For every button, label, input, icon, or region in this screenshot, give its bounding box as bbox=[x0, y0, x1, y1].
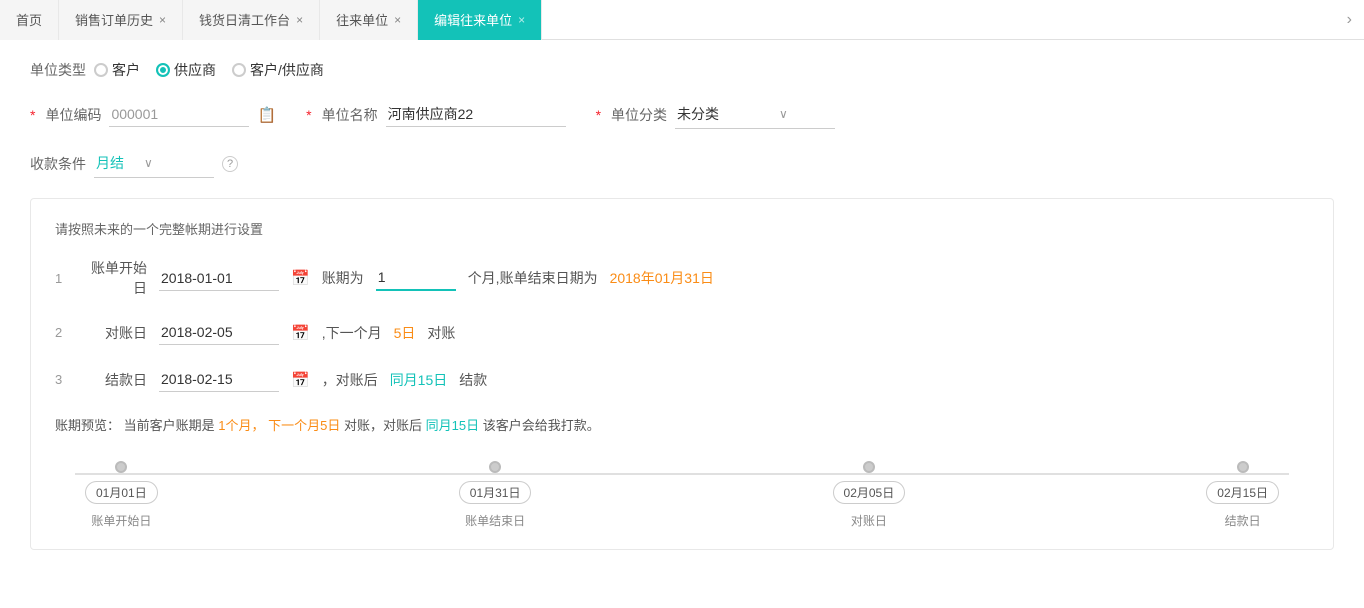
tl-label-4: 结款日 bbox=[1225, 512, 1261, 529]
period-row-2: 2 对账日 📅 ,下一个月 5日 对账 bbox=[55, 320, 1309, 345]
timeline-point-4: 02月15日 结款日 bbox=[1206, 461, 1279, 529]
payment-text-post: 结款 bbox=[459, 370, 487, 390]
preview-highlight1: 1个月， bbox=[218, 418, 264, 433]
copy-icon[interactable]: 📋 bbox=[257, 106, 276, 124]
unit-name-input[interactable] bbox=[386, 102, 566, 127]
main-content: 单位类型 客户 供应商 客户/供应商 * 单位编码 bbox=[0, 40, 1364, 608]
preview-text-block: 账期预览： 当前客户账期是 1个月， 下一个月5日 对账，对账后 同月15日 该… bbox=[55, 414, 1309, 437]
unit-code-label: 单位编码 bbox=[45, 105, 101, 125]
unit-class-value: 未分类 bbox=[677, 104, 719, 124]
preview-label: 账期预览： bbox=[55, 418, 120, 433]
timeline-point-2: 01月31日 账单结束日 bbox=[459, 461, 532, 529]
chevron-down-icon: ∨ bbox=[144, 156, 153, 170]
timeline-point-1: 01月01日 账单开始日 bbox=[85, 461, 158, 529]
unit-name-label: 单位名称 bbox=[322, 105, 378, 125]
tab-partner[interactable]: 往来单位 × bbox=[320, 0, 418, 40]
tl-badge-2: 01月31日 bbox=[459, 481, 532, 504]
calendar-icon-3[interactable]: 📅 bbox=[291, 371, 310, 389]
period-months-input[interactable] bbox=[376, 265, 456, 291]
period-label-3: 结款日 bbox=[87, 370, 147, 390]
period-num-3: 3 bbox=[55, 372, 75, 387]
tl-label-3: 对账日 bbox=[851, 512, 887, 529]
tab-close-icon[interactable]: × bbox=[159, 13, 166, 27]
radio-supplier[interactable]: 供应商 bbox=[156, 60, 216, 80]
start-date-input[interactable] bbox=[159, 266, 279, 291]
radio-customer[interactable]: 客户 bbox=[94, 60, 140, 80]
panel-hint: 请按照未来的一个完整帐期进行设置 bbox=[55, 219, 1309, 238]
chevron-down-icon: ∨ bbox=[779, 107, 788, 121]
tl-dot-3 bbox=[863, 461, 875, 473]
tl-badge-1: 01月01日 bbox=[85, 481, 158, 504]
tabs-bar: 首页 销售订单历史 × 钱货日清工作台 × 往来单位 × 编辑往来单位 × › bbox=[0, 0, 1364, 40]
radio-circle-customer bbox=[94, 63, 108, 77]
reconcile-day-highlight: 5日 bbox=[394, 323, 416, 343]
unit-type-label: 单位类型 bbox=[30, 60, 86, 80]
reconcile-date-input[interactable] bbox=[159, 320, 279, 345]
tab-cash-work[interactable]: 钱货日清工作台 × bbox=[183, 0, 320, 40]
timeline-points: 01月01日 账单开始日 01月31日 账单结束日 02月05日 对账日 02月… bbox=[85, 461, 1279, 529]
period-row-1: 1 账单开始日 📅 账期为 个月,账单结束日期为 2018年01月31日 bbox=[55, 258, 1309, 298]
unit-code-star: * bbox=[30, 107, 35, 123]
tl-badge-3: 02月05日 bbox=[833, 481, 906, 504]
tl-dot-1 bbox=[115, 461, 127, 473]
unit-name-star: * bbox=[306, 107, 311, 123]
unit-type-item: 单位类型 客户 供应商 客户/供应商 bbox=[30, 60, 324, 80]
payment-label: 收款条件 bbox=[30, 154, 86, 174]
period-text-1: 账期为 bbox=[322, 268, 364, 288]
unit-class-label: 单位分类 bbox=[611, 105, 667, 125]
reconcile-text-pre: ,下一个月 bbox=[322, 323, 382, 343]
payment-date-input[interactable] bbox=[159, 367, 279, 392]
reconcile-text-post: 对账 bbox=[427, 323, 455, 343]
unit-class-star: * bbox=[596, 107, 601, 123]
period-label-2: 对账日 bbox=[87, 323, 147, 343]
unit-code-input[interactable] bbox=[109, 102, 249, 127]
preview-text-4: 该客户会给我打款。 bbox=[483, 418, 600, 433]
preview-highlight2: 同月15日 bbox=[426, 418, 479, 433]
payment-row: 收款条件 月结 ∨ ? bbox=[30, 149, 1334, 178]
unit-code-item: * 单位编码 📋 bbox=[30, 102, 276, 127]
preview-text-2: 下一个月5日 bbox=[268, 418, 340, 433]
tl-badge-4: 02月15日 bbox=[1206, 481, 1279, 504]
tab-close-icon[interactable]: × bbox=[518, 13, 525, 27]
period-label-1: 账单开始日 bbox=[87, 258, 147, 298]
period-month-unit: 个月,账单结束日期为 bbox=[468, 268, 598, 288]
payment-text-pre: ，对账后 bbox=[322, 370, 378, 390]
timeline-wrapper: 01月01日 账单开始日 01月31日 账单结束日 02月05日 对账日 02月… bbox=[55, 461, 1309, 529]
tab-close-icon[interactable]: × bbox=[394, 13, 401, 27]
radio-circle-supplier bbox=[156, 63, 170, 77]
tab-close-icon[interactable]: × bbox=[296, 13, 303, 27]
period-num-1: 1 bbox=[55, 271, 75, 286]
tab-more-button[interactable]: › bbox=[1335, 11, 1364, 29]
help-icon[interactable]: ? bbox=[222, 156, 238, 172]
radio-both[interactable]: 客户/供应商 bbox=[232, 60, 324, 80]
calendar-icon-2[interactable]: 📅 bbox=[291, 324, 310, 342]
tl-label-1: 账单开始日 bbox=[91, 512, 151, 529]
tab-home[interactable]: 首页 bbox=[0, 0, 59, 40]
tab-sales-history[interactable]: 销售订单历史 × bbox=[59, 0, 183, 40]
calendar-icon-1[interactable]: 📅 bbox=[291, 269, 310, 287]
payment-day-highlight: 同月15日 bbox=[390, 370, 448, 390]
unit-class-item: * 单位分类 未分类 ∨ bbox=[596, 100, 835, 129]
tl-dot-2 bbox=[489, 461, 501, 473]
period-row-3: 3 结款日 📅 ，对账后 同月15日 结款 bbox=[55, 367, 1309, 392]
unit-class-select[interactable]: 未分类 ∨ bbox=[675, 100, 835, 129]
payment-value: 月结 bbox=[96, 153, 124, 173]
tab-edit-partner[interactable]: 编辑往来单位 × bbox=[418, 0, 542, 40]
preview-text-1: 当前客户账期是 bbox=[124, 418, 215, 433]
payment-select[interactable]: 月结 ∨ bbox=[94, 149, 214, 178]
tl-label-2: 账单结束日 bbox=[465, 512, 525, 529]
unit-info-row: * 单位编码 📋 * 单位名称 * 单位分类 未分类 ∨ bbox=[30, 100, 1334, 129]
payment-item: 收款条件 月结 ∨ ? bbox=[30, 149, 238, 178]
timeline-point-3: 02月05日 对账日 bbox=[833, 461, 906, 529]
period-num-2: 2 bbox=[55, 325, 75, 340]
unit-type-row: 单位类型 客户 供应商 客户/供应商 bbox=[30, 60, 1334, 80]
radio-circle-both bbox=[232, 63, 246, 77]
unit-name-item: * 单位名称 bbox=[306, 102, 565, 127]
period-end-date: 2018年01月31日 bbox=[610, 268, 714, 288]
radio-group-unit-type: 客户 供应商 客户/供应商 bbox=[94, 60, 324, 80]
tl-dot-4 bbox=[1237, 461, 1249, 473]
period-panel: 请按照未来的一个完整帐期进行设置 1 账单开始日 📅 账期为 个月,账单结束日期… bbox=[30, 198, 1334, 550]
preview-text-3: 对账，对账后 bbox=[344, 418, 422, 433]
